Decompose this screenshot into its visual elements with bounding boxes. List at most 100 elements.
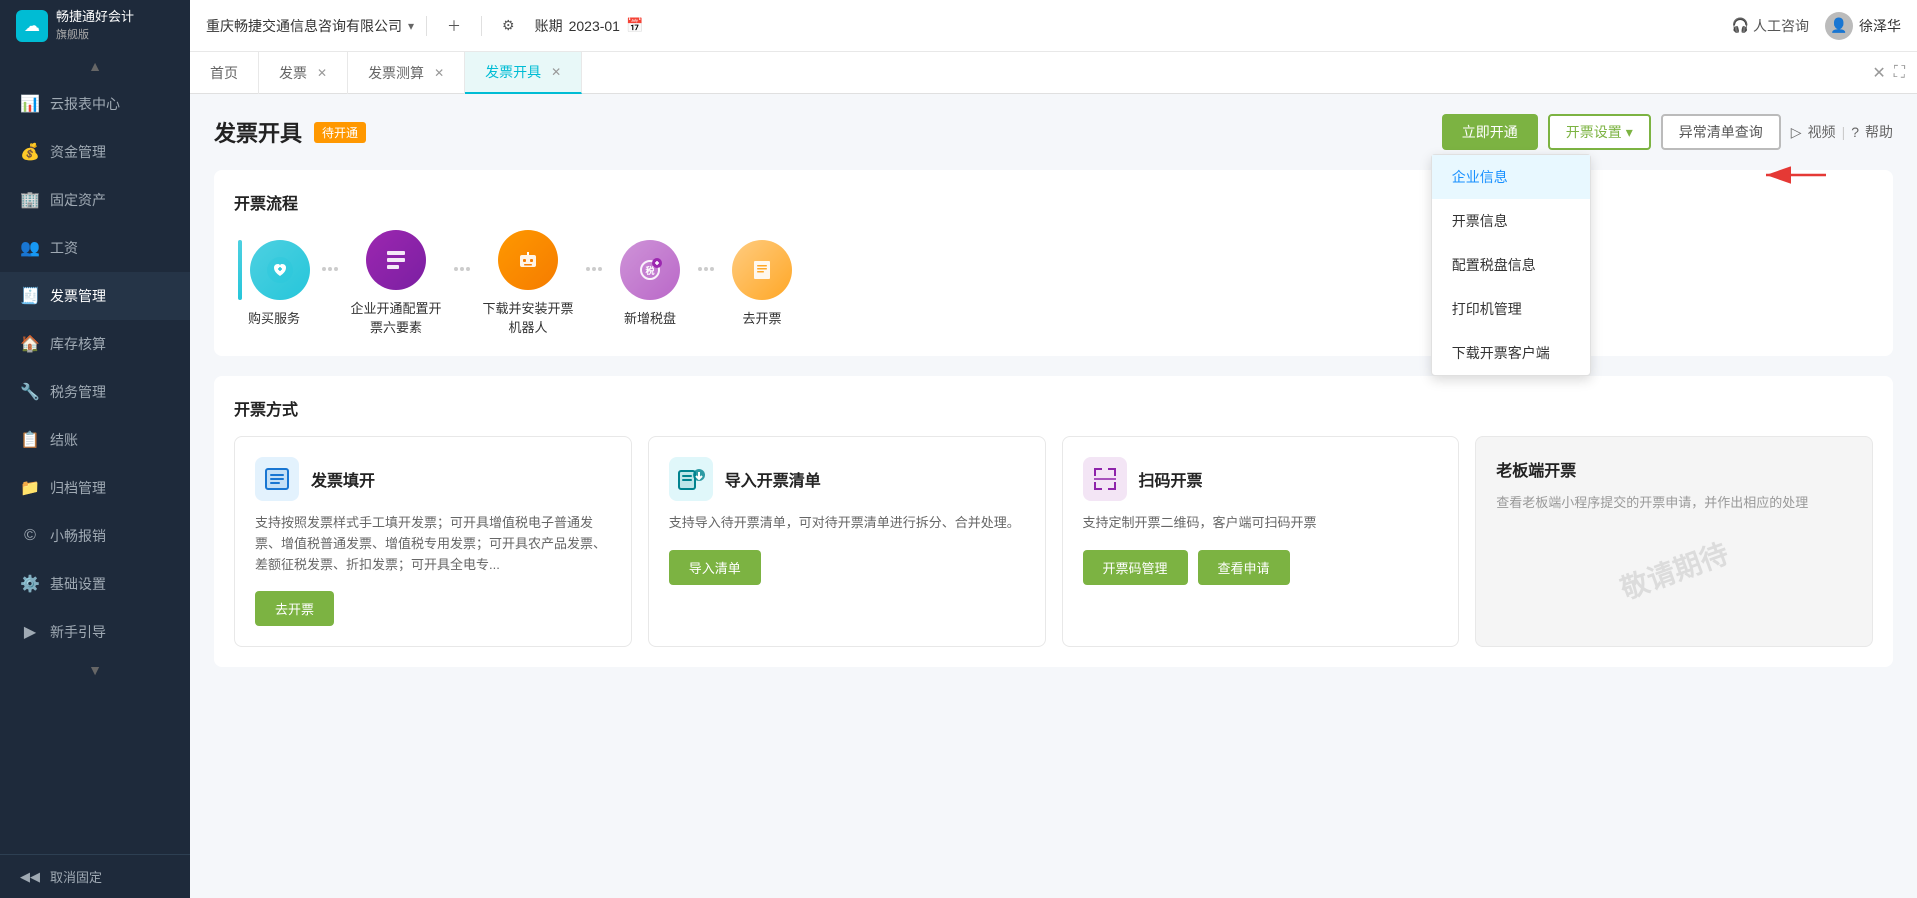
robot-icon: [515, 247, 541, 273]
top-bar-right: 🎧 人工咨询 👤 徐泽华: [1732, 12, 1901, 40]
dropdown-item-download[interactable]: 下载开票客户端: [1432, 331, 1590, 375]
sidebar-label-zijin: 资金管理: [50, 142, 106, 162]
exception-btn[interactable]: 异常清单查询: [1661, 114, 1781, 150]
add-company-btn[interactable]: ＋: [439, 12, 469, 40]
sidebar-label-xiaochang: 小畅报销: [50, 526, 106, 546]
method-card-fill-header: 发票填开: [255, 457, 611, 501]
logo-area: ☁ 畅捷通好会计 旗舰版: [0, 0, 190, 52]
heart-plus-icon: [266, 256, 294, 284]
flow-label-4: 新增税盘: [624, 308, 676, 327]
sidebar-icon-zijin: 💰: [20, 142, 40, 162]
sidebar-item-yunbaobiao[interactable]: 📊 云报表中心: [0, 80, 190, 128]
settings-dropdown-menu: 企业信息 开票信息 配置税盘信息 打印机管理: [1431, 154, 1591, 376]
sidebar-item-gongzi[interactable]: 👥 工资: [0, 224, 190, 272]
flow-step-5: 去开票: [722, 240, 802, 327]
flow-section: 开票流程: [214, 170, 1893, 356]
method-card-import-header: 导入开票清单: [669, 457, 1025, 501]
flow-icon-1: [250, 240, 310, 300]
sidebar-item-kucun[interactable]: 🏠 库存核算: [0, 320, 190, 368]
flow-icon-5: [732, 240, 792, 300]
method-card-fill: 发票填开 支持按照发票样式手工填开发票；可开具增值税电子普通发票、增值税普通发票…: [234, 436, 632, 647]
sidebar-cancel-pin[interactable]: ◀◀ 取消固定: [0, 855, 190, 898]
sidebar-label-xinshou: 新手引导: [50, 622, 106, 642]
sidebar-label-jiezhang: 结账: [50, 430, 78, 450]
company-selector[interactable]: 重庆畅捷交通信息咨询有限公司 ▾: [206, 16, 414, 36]
flow-label-2: 企业开通配置开票六要素: [346, 298, 446, 336]
invoice-icon: [749, 257, 775, 283]
activate-btn[interactable]: 立即开通: [1442, 114, 1538, 150]
boss-watermark-container: 敬请期待: [1496, 530, 1852, 590]
dropdown-item-invoice-info[interactable]: 开票信息: [1432, 199, 1590, 243]
connector-2: [446, 267, 478, 271]
settings-dropdown-icon: ▾: [1626, 124, 1633, 141]
play-icon[interactable]: ▷: [1791, 124, 1802, 141]
import-invoice-icon: [677, 465, 705, 493]
sidebar-item-guidang[interactable]: 📁 归档管理: [0, 464, 190, 512]
period-label: 账期: [535, 16, 563, 36]
tab-fapiao-tesuan[interactable]: 发票测算 ✕: [348, 52, 465, 94]
method-card-scan-header: 扫码开票: [1083, 457, 1439, 501]
tab-fapiao[interactable]: 发票 ✕: [259, 52, 348, 94]
sidebar-item-shuiwu[interactable]: 🔧 税务管理: [0, 368, 190, 416]
dropdown-item-printer[interactable]: 打印机管理: [1432, 287, 1590, 331]
tab-close-btn[interactable]: ✕: [1872, 63, 1885, 83]
sidebar-label-jichu: 基础设置: [50, 574, 106, 594]
sidebar-label-yunbaobiao: 云报表中心: [50, 94, 120, 114]
divider-1: [426, 16, 427, 36]
sidebar-item-jiezhang[interactable]: 📋 结账: [0, 416, 190, 464]
page-title: 发票开具: [214, 116, 302, 148]
flow-label-5: 去开票: [742, 308, 781, 327]
flow-bar: [238, 240, 242, 300]
bolt-icon: [383, 247, 409, 273]
fill-goto-btn[interactable]: 去开票: [255, 591, 334, 626]
scan-apply-btn[interactable]: 查看申请: [1198, 550, 1290, 585]
sidebar-scroll-down[interactable]: ▼: [0, 656, 190, 684]
method-card-import: 导入开票清单 支持导入待开票清单，可对待开票清单进行拆分、合并处理。 导入清单: [648, 436, 1046, 647]
settings-btn[interactable]: ⚙: [494, 13, 523, 38]
sidebar-item-fapiao[interactable]: 🧾 发票管理: [0, 272, 190, 320]
sidebar-icon-xiaochang: ©: [20, 527, 40, 545]
logo-icon: ☁: [16, 10, 48, 42]
tab-fapiao-label: 发票: [279, 63, 307, 83]
tab-expand-btn[interactable]: ⛶: [1894, 64, 1905, 82]
sidebar-item-xinshou[interactable]: ▶ 新手引导: [0, 608, 190, 656]
scan-icon-svg: [1091, 465, 1119, 493]
calendar-icon[interactable]: 📅: [626, 17, 643, 34]
fill-footer: 去开票: [255, 591, 611, 626]
import-btn[interactable]: 导入清单: [669, 550, 761, 585]
dropdown-item-company[interactable]: 企业信息: [1432, 155, 1590, 199]
settings-btn[interactable]: 开票设置 ▾: [1548, 114, 1651, 150]
import-title: 导入开票清单: [725, 467, 821, 491]
tab-fapiao-kaiju[interactable]: 发票开具 ✕: [465, 52, 582, 94]
sidebar-label-guidang: 归档管理: [50, 478, 106, 498]
company-dropdown-arrow: ▾: [408, 19, 414, 33]
dropdown-item-tax-config[interactable]: 配置税盘信息: [1432, 243, 1590, 287]
tab-fapiao-tesuan-close[interactable]: ✕: [434, 66, 444, 80]
sidebar: ▲ 📊 云报表中心 💰 资金管理 🏢 固定资产 👥 工资 🧾 发票管理: [0, 52, 190, 898]
sidebar-item-jichu[interactable]: ⚙️ 基础设置: [0, 560, 190, 608]
sidebar-icon-yunbaobiao: 📊: [20, 94, 40, 114]
sidebar-scroll-up[interactable]: ▲: [0, 52, 190, 80]
settings-btn-label: 开票设置: [1566, 122, 1622, 142]
flow-icon-4: 税: [620, 240, 680, 300]
fill-icon: [255, 457, 299, 501]
scan-qr-btn[interactable]: 开票码管理: [1083, 550, 1188, 585]
fill-invoice-icon: [263, 465, 291, 493]
connector-4: [690, 267, 722, 271]
sidebar-icon-kucun: 🏠: [20, 334, 40, 354]
tab-home[interactable]: 首页: [190, 52, 259, 94]
boss-watermark: 敬请期待: [1615, 532, 1734, 608]
service-btn[interactable]: 🎧 人工咨询: [1732, 16, 1809, 36]
sidebar-item-gudingzichan[interactable]: 🏢 固定资产: [0, 176, 190, 224]
sidebar-item-xiaochang[interactable]: © 小畅报销: [0, 512, 190, 560]
user-area[interactable]: 👤 徐泽华: [1825, 12, 1901, 40]
method-card-boss: 老板端开票 查看老板端小程序提交的开票申请，并作出相应的处理 敬请期待: [1475, 436, 1873, 647]
logo-text: 畅捷通好会计: [56, 9, 134, 26]
sidebar-item-zijin[interactable]: 💰 资金管理: [0, 128, 190, 176]
tab-fapiao-close[interactable]: ✕: [317, 66, 327, 80]
flow-step-3: 下载并安装开票机器人: [478, 230, 578, 336]
methods-title: 开票方式: [234, 396, 1873, 420]
tab-fapiao-kaiju-close[interactable]: ✕: [551, 65, 561, 79]
scan-footer: 开票码管理 查看申请: [1083, 550, 1439, 585]
pin-icon: ◀◀: [20, 869, 40, 885]
